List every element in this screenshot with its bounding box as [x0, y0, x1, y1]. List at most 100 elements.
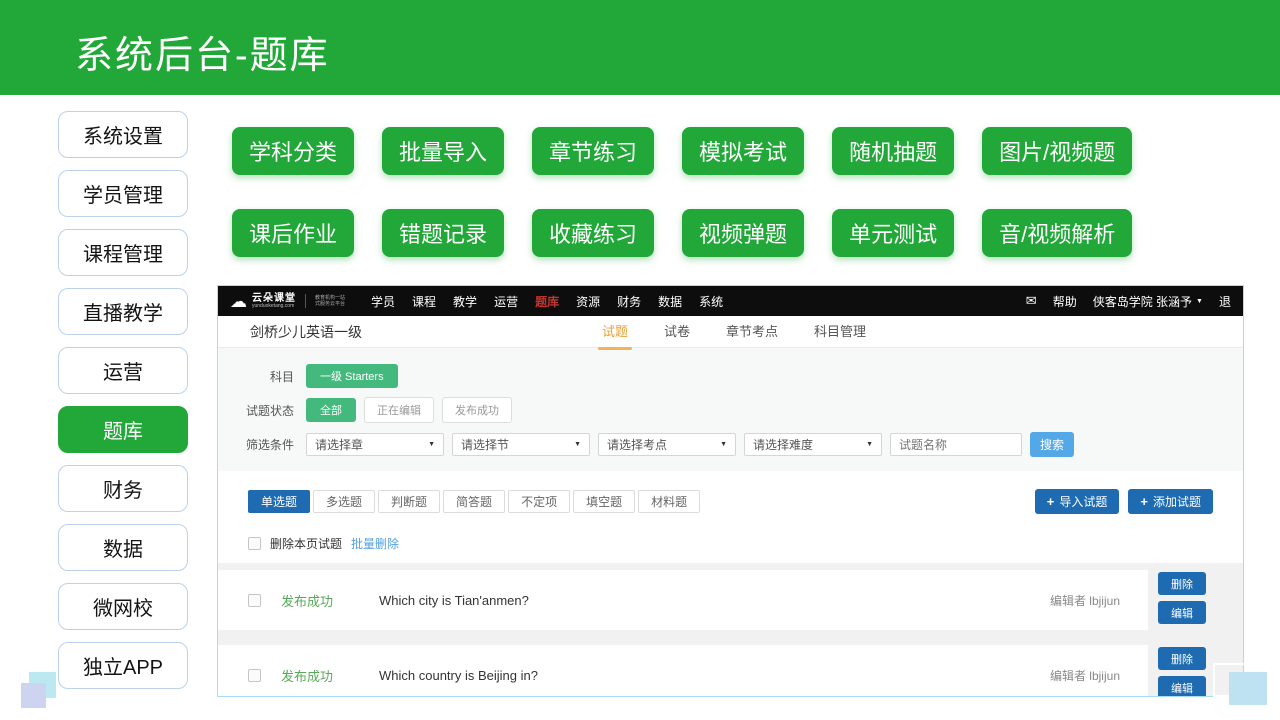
nav-item-system[interactable]: 系统	[699, 293, 723, 310]
chevron-down-icon: ▼	[428, 441, 435, 448]
page: 系统后台-题库 系统设置 学员管理 课程管理 直播教学 运营 题库 财务 数据 …	[0, 0, 1280, 720]
yunduo-logo: ☁ 云朵课堂 yunduoketang.com 教育机构一站 式服务云平台	[230, 293, 345, 310]
type-tab-indeterminate[interactable]: 不定项	[508, 490, 570, 513]
status-option-editing[interactable]: 正在编辑	[364, 397, 434, 423]
help-link[interactable]: 帮助	[1053, 293, 1077, 310]
type-tab-short-answer[interactable]: 简答题	[443, 490, 505, 513]
nav-item-finance[interactable]: 财务	[617, 293, 641, 310]
sidebar-item-data[interactable]: 数据	[58, 524, 188, 571]
sidebar-item-live-teaching[interactable]: 直播教学	[58, 288, 188, 335]
type-tab-material[interactable]: 材料题	[638, 490, 700, 513]
bulk-delete-link[interactable]: 批量删除	[351, 535, 399, 552]
feature-video-popup-question[interactable]: 视频弹题	[682, 209, 804, 257]
feature-wrong-question-record[interactable]: 错题记录	[382, 209, 504, 257]
row-checkbox[interactable]	[248, 594, 261, 607]
nav-item-resources[interactable]: 资源	[576, 293, 600, 310]
feature-row-1: 学科分类 批量导入 章节练习 模拟考试 随机抽题 图片/视频题	[232, 127, 1172, 175]
search-button[interactable]: 搜索	[1030, 432, 1074, 457]
sidebar-item-standalone-app[interactable]: 独立APP	[58, 642, 188, 689]
tab-papers[interactable]: 试卷	[664, 321, 690, 342]
sidebar-item-question-bank[interactable]: 题库	[58, 406, 188, 453]
nav-item-operations[interactable]: 运营	[494, 293, 518, 310]
sidebar: 系统设置 学员管理 课程管理 直播教学 运营 题库 财务 数据 微网校 独立AP…	[58, 111, 188, 689]
select-all-checkbox[interactable]	[248, 537, 261, 550]
nav-item-data[interactable]: 数据	[658, 293, 682, 310]
type-tab-single-choice[interactable]: 单选题	[248, 490, 310, 513]
feature-subject-category[interactable]: 学科分类	[232, 127, 354, 175]
sidebar-item-system-settings[interactable]: 系统设置	[58, 111, 188, 158]
feature-batch-import[interactable]: 批量导入	[382, 127, 504, 175]
filter-row-subject: 科目 一级 Starters	[218, 364, 1243, 388]
feature-chapter-practice[interactable]: 章节练习	[532, 127, 654, 175]
mail-icon[interactable]: ✉	[1026, 293, 1037, 309]
edit-button[interactable]: 编辑	[1158, 601, 1206, 624]
feature-row-2: 课后作业 错题记录 收藏练习 视频弹题 单元测试 音/视频解析	[232, 209, 1172, 257]
editor-info: 编辑者 lbjijun	[1050, 592, 1120, 609]
account-menu[interactable]: 侠客岛学院 张涵予 ▼	[1093, 293, 1203, 310]
nav-item-students[interactable]: 学员	[371, 293, 395, 310]
chevron-down-icon: ▼	[1196, 298, 1203, 305]
add-question-button[interactable]: + 添加试题	[1128, 489, 1213, 514]
logout-link[interactable]: 退	[1219, 293, 1231, 310]
nav-item-question-bank[interactable]: 题库	[535, 293, 559, 310]
nav-item-teaching[interactable]: 教学	[453, 293, 477, 310]
question-type-toolbar: 单选题 多选题 判断题 简答题 不定项 填空题 材料题 + 导入试题 + 添加试…	[218, 471, 1243, 514]
type-tab-fill-blank[interactable]: 填空题	[573, 490, 635, 513]
topbar-right: ✉ 帮助 侠客岛学院 张涵予 ▼ 退	[1026, 293, 1231, 310]
edit-button[interactable]: 编辑	[1158, 676, 1206, 697]
subject-chip[interactable]: 一级 Starters	[306, 364, 398, 388]
question-list: 发布成功 Which city is Tian'anmen? 编辑者 lbjij…	[218, 563, 1243, 697]
account-name: 侠客岛学院 张涵予	[1093, 293, 1192, 310]
feature-homework[interactable]: 课后作业	[232, 209, 354, 257]
sidebar-item-operations[interactable]: 运营	[58, 347, 188, 394]
subnav-tabs: 试题 试卷 章节考点 科目管理	[602, 321, 866, 342]
sidebar-item-student-management[interactable]: 学员管理	[58, 170, 188, 217]
sidebar-item-micro-school[interactable]: 微网校	[58, 583, 188, 630]
exam-point-select[interactable]: 请选择考点 ▼	[598, 433, 736, 456]
sidebar-item-finance[interactable]: 财务	[58, 465, 188, 512]
status-option-all[interactable]: 全部	[306, 398, 356, 422]
plus-icon: +	[1047, 494, 1055, 509]
row-checkbox[interactable]	[248, 669, 261, 682]
logo-url: yunduoketang.com	[252, 304, 296, 310]
delete-button[interactable]: 删除	[1158, 572, 1206, 595]
type-tab-multi-choice[interactable]: 多选题	[313, 490, 375, 513]
nav-item-courses[interactable]: 课程	[412, 293, 436, 310]
delete-page-label: 删除本页试题	[270, 535, 342, 552]
tab-questions[interactable]: 试题	[602, 321, 628, 342]
bulk-actions-row: 删除本页试题 批量删除	[218, 514, 1243, 563]
import-questions-button[interactable]: + 导入试题	[1035, 489, 1120, 514]
feature-random-draw[interactable]: 随机抽题	[832, 127, 954, 175]
decor-square-blue	[1229, 672, 1267, 705]
feature-mock-exam[interactable]: 模拟考试	[682, 127, 804, 175]
page-title: 系统后台-题库	[75, 24, 330, 79]
feature-unit-test[interactable]: 单元测试	[832, 209, 954, 257]
question-row: 发布成功 Which country is Beijing in? 编辑者 lb…	[218, 645, 1148, 697]
feature-favorite-practice[interactable]: 收藏练习	[532, 209, 654, 257]
status-badge: 发布成功	[281, 666, 353, 685]
subject-label: 科目	[218, 368, 306, 385]
feature-audio-video-analysis[interactable]: 音/视频解析	[982, 209, 1132, 257]
cloud-icon: ☁	[230, 293, 247, 310]
difficulty-select[interactable]: 请选择难度 ▼	[744, 433, 882, 456]
course-name: 剑桥少儿英语一级	[250, 322, 362, 342]
admin-topbar: ☁ 云朵课堂 yunduoketang.com 教育机构一站 式服务云平台 学员…	[218, 286, 1243, 316]
chapter-select[interactable]: 请选择章 ▼	[306, 433, 444, 456]
decor-square-lavender	[21, 683, 46, 708]
status-option-published[interactable]: 发布成功	[442, 397, 512, 423]
admin-screenshot: ☁ 云朵课堂 yunduoketang.com 教育机构一站 式服务云平台 学员…	[217, 285, 1244, 697]
chevron-down-icon: ▼	[866, 441, 873, 448]
question-name-input[interactable]	[890, 433, 1022, 456]
feature-grid: 学科分类 批量导入 章节练习 模拟考试 随机抽题 图片/视频题 课后作业 错题记…	[232, 127, 1172, 291]
tab-chapter-points[interactable]: 章节考点	[726, 321, 778, 342]
feature-image-video-question[interactable]: 图片/视频题	[982, 127, 1132, 175]
page-header: 系统后台-题库	[0, 0, 1280, 95]
tab-subject-management[interactable]: 科目管理	[814, 321, 866, 342]
sidebar-item-course-management[interactable]: 课程管理	[58, 229, 188, 276]
delete-button[interactable]: 删除	[1158, 647, 1206, 670]
section-select[interactable]: 请选择节 ▼	[452, 433, 590, 456]
filter-row-status: 试题状态 全部 正在编辑 发布成功	[218, 397, 1243, 423]
question-text: Which country is Beijing in?	[379, 668, 538, 683]
question-text: Which city is Tian'anmen?	[379, 593, 529, 608]
type-tab-true-false[interactable]: 判断题	[378, 490, 440, 513]
